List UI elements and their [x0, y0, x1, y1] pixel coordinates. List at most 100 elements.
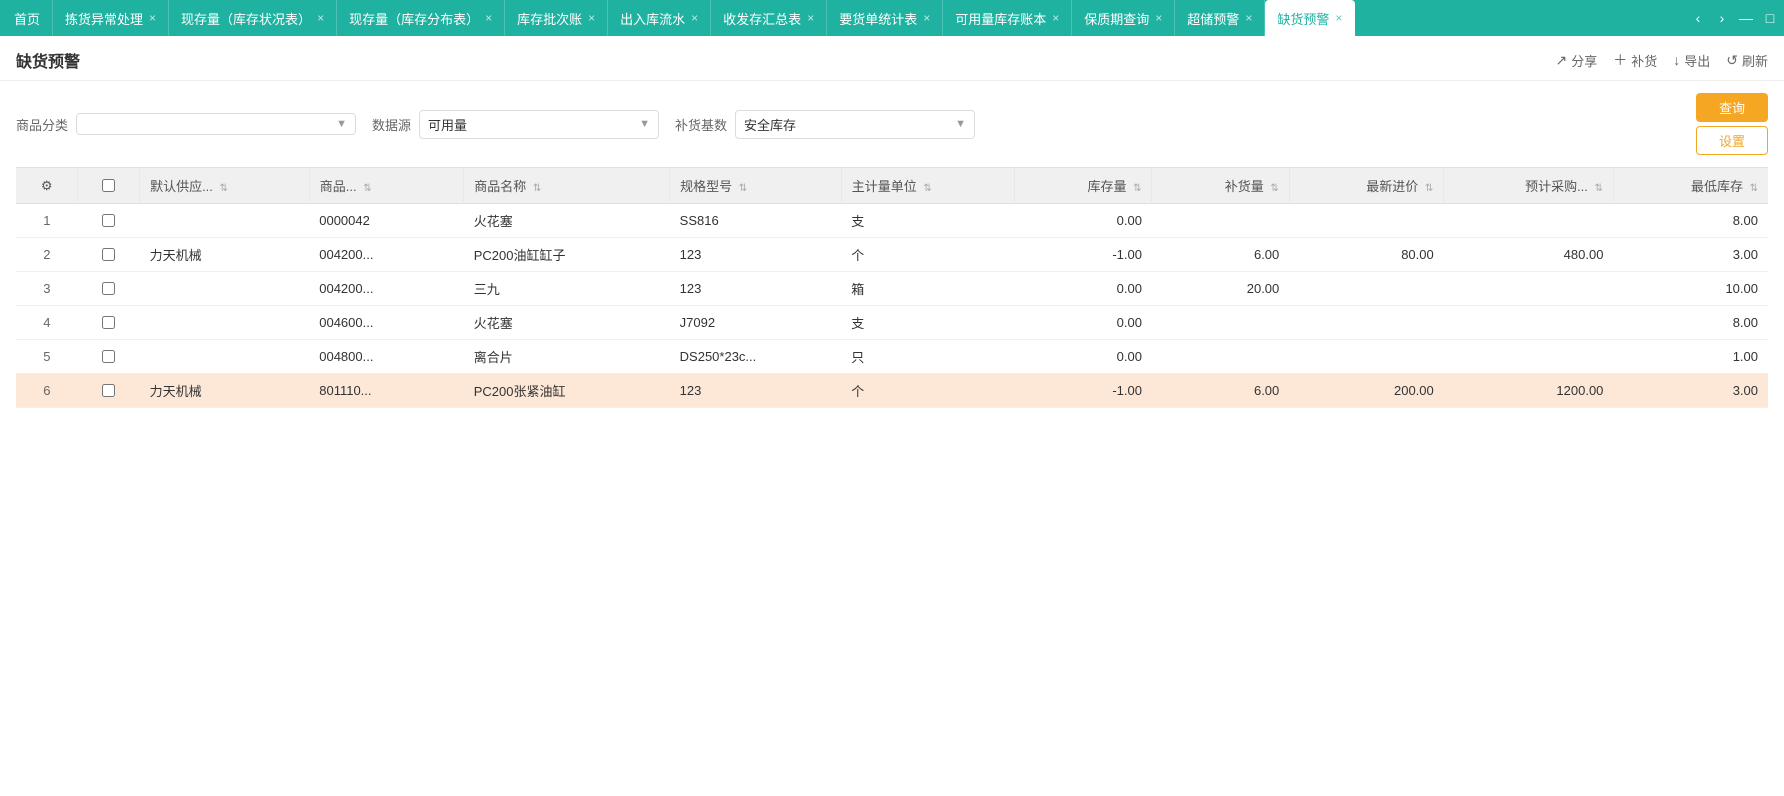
th-estimated[interactable]: 预计采购... ⇅ — [1444, 168, 1614, 204]
row-spec-1: SS816 — [670, 204, 842, 238]
row-checkbox-4[interactable] — [102, 316, 115, 329]
row-check-2[interactable] — [78, 238, 140, 272]
tab-minimize-btn[interactable]: — — [1734, 0, 1758, 36]
row-check-4[interactable] — [78, 306, 140, 340]
row-name-3: 三九 — [464, 272, 670, 306]
th-min-stock[interactable]: 最低库存 ⇅ — [1613, 168, 1768, 204]
tab-flow[interactable]: 出入库流水 × — [608, 0, 711, 36]
replenish-base-value: 安全库存 — [744, 115, 796, 134]
table-row: 5 004800... 离合片 DS250*23c... 只 0.00 1.00 — [16, 340, 1768, 374]
tab-close-batch-account[interactable]: × — [588, 11, 595, 25]
tab-home[interactable]: 首页 — [2, 0, 53, 36]
th-check[interactable] — [78, 168, 140, 204]
th-stock[interactable]: 库存量 ⇅ — [1015, 168, 1152, 204]
share-button[interactable]: ↗ 分享 — [1555, 51, 1597, 70]
sort-replenish-icon: ⇅ — [1270, 183, 1278, 194]
row-check-6[interactable] — [78, 374, 140, 408]
th-code[interactable]: 商品... ⇅ — [309, 168, 463, 204]
tab-close-shortage[interactable]: × — [1335, 11, 1342, 25]
tab-close-overstock[interactable]: × — [1245, 11, 1252, 25]
row-latest-price-4 — [1289, 306, 1443, 340]
th-unit[interactable]: 主计量单位 ⇅ — [841, 168, 1014, 204]
tab-batch-account[interactable]: 库存批次账 × — [505, 0, 608, 36]
export-button[interactable]: ↓ 导出 — [1673, 51, 1710, 70]
replenish-icon: ＋ — [1613, 50, 1627, 70]
tab-next-btn[interactable]: › — [1710, 0, 1734, 36]
tab-close-inventory-dist[interactable]: × — [485, 11, 492, 25]
row-checkbox-6[interactable] — [102, 384, 115, 397]
row-supplier-4 — [140, 306, 310, 340]
row-index-6: 6 — [16, 374, 78, 408]
row-estimated-5 — [1444, 340, 1614, 374]
row-index-3: 3 — [16, 272, 78, 306]
tab-prev-btn[interactable]: ‹ — [1686, 0, 1710, 36]
replenish-base-chevron-icon: ▼ — [955, 118, 966, 130]
row-min-stock-4: 8.00 — [1613, 306, 1768, 340]
sort-code-icon: ⇅ — [363, 183, 371, 194]
row-latest-price-3 — [1289, 272, 1443, 306]
th-supplier[interactable]: 默认供应... ⇅ — [140, 168, 310, 204]
th-spec[interactable]: 规格型号 ⇅ — [670, 168, 842, 204]
row-stock-3: 0.00 — [1015, 272, 1152, 306]
row-supplier-1 — [140, 204, 310, 238]
tab-close-flow[interactable]: × — [691, 11, 698, 25]
row-checkbox-2[interactable] — [102, 248, 115, 261]
tab-close-collection[interactable]: × — [807, 11, 814, 25]
row-check-5[interactable] — [78, 340, 140, 374]
row-checkbox-5[interactable] — [102, 350, 115, 363]
tab-inventory-status[interactable]: 现存量（库存状况表） × — [169, 0, 337, 36]
replenish-base-select[interactable]: 安全库存 ▼ — [735, 110, 975, 139]
refresh-button[interactable]: ↺ 刷新 — [1726, 51, 1768, 70]
tab-order-stats[interactable]: 要货单统计表 × — [827, 0, 943, 36]
share-icon: ↗ — [1555, 52, 1567, 69]
table-row: 6 力天机械 801110... PC200张紧油缸 123 个 -1.00 6… — [16, 374, 1768, 408]
th-name[interactable]: 商品名称 ⇅ — [464, 168, 670, 204]
datasource-select[interactable]: 可用量 ▼ — [419, 110, 659, 139]
tab-collection[interactable]: 收发存汇总表 × — [711, 0, 827, 36]
datasource-value: 可用量 — [428, 115, 467, 134]
row-supplier-6: 力天机械 — [140, 374, 310, 408]
row-code-5: 004800... — [309, 340, 463, 374]
tab-inventory-dist[interactable]: 现存量（库存分布表） × — [337, 0, 505, 36]
settings-button[interactable]: 设置 — [1696, 126, 1768, 155]
th-latest-price[interactable]: 最新进价 ⇅ — [1289, 168, 1443, 204]
tab-close-available[interactable]: × — [1052, 11, 1059, 25]
tab-close-expiry[interactable]: × — [1155, 11, 1162, 25]
row-latest-price-5 — [1289, 340, 1443, 374]
datasource-label: 数据源 — [372, 115, 411, 134]
row-estimated-1 — [1444, 204, 1614, 238]
tab-close-pick-exception[interactable]: × — [149, 11, 156, 25]
row-min-stock-2: 3.00 — [1613, 238, 1768, 272]
table-header-row: ⚙ 默认供应... ⇅ 商品... ⇅ — [16, 168, 1768, 204]
row-code-3: 004200... — [309, 272, 463, 306]
data-table: ⚙ 默认供应... ⇅ 商品... ⇅ — [16, 167, 1768, 408]
row-replenish-2: 6.00 — [1152, 238, 1289, 272]
select-all-checkbox[interactable] — [102, 179, 115, 192]
tab-expiry[interactable]: 保质期查询 × — [1072, 0, 1175, 36]
th-replenish[interactable]: 补货量 ⇅ — [1152, 168, 1289, 204]
tab-bar: 首页 拣货异常处理 × 现存量（库存状况表） × 现存量（库存分布表） × 库存… — [0, 0, 1784, 36]
row-checkbox-1[interactable] — [102, 214, 115, 227]
row-name-2: PC200油缸缸子 — [464, 238, 670, 272]
query-button[interactable]: 查询 — [1696, 93, 1768, 122]
header-actions: ↗ 分享 ＋ 补货 ↓ 导出 ↺ 刷新 — [1555, 50, 1768, 70]
row-checkbox-3[interactable] — [102, 282, 115, 295]
tab-overstock[interactable]: 超储预警 × — [1175, 0, 1265, 36]
row-estimated-3 — [1444, 272, 1614, 306]
row-spec-2: 123 — [670, 238, 842, 272]
tab-close-inventory-status[interactable]: × — [317, 11, 324, 25]
tab-maximize-btn[interactable]: □ — [1758, 0, 1782, 36]
tab-shortage[interactable]: 缺货预警 × — [1265, 0, 1355, 36]
row-code-6: 801110... — [309, 374, 463, 408]
tab-pick-exception[interactable]: 拣货异常处理 × — [53, 0, 169, 36]
row-check-3[interactable] — [78, 272, 140, 306]
row-estimated-6: 1200.00 — [1444, 374, 1614, 408]
tab-available[interactable]: 可用量库存账本 × — [943, 0, 1072, 36]
row-index-4: 4 — [16, 306, 78, 340]
export-icon: ↓ — [1673, 52, 1680, 68]
category-select[interactable]: ▼ — [76, 113, 356, 135]
th-gear[interactable]: ⚙ — [16, 168, 78, 204]
tab-close-order-stats[interactable]: × — [923, 11, 930, 25]
replenish-button[interactable]: ＋ 补货 — [1613, 50, 1657, 70]
row-check-1[interactable] — [78, 204, 140, 238]
